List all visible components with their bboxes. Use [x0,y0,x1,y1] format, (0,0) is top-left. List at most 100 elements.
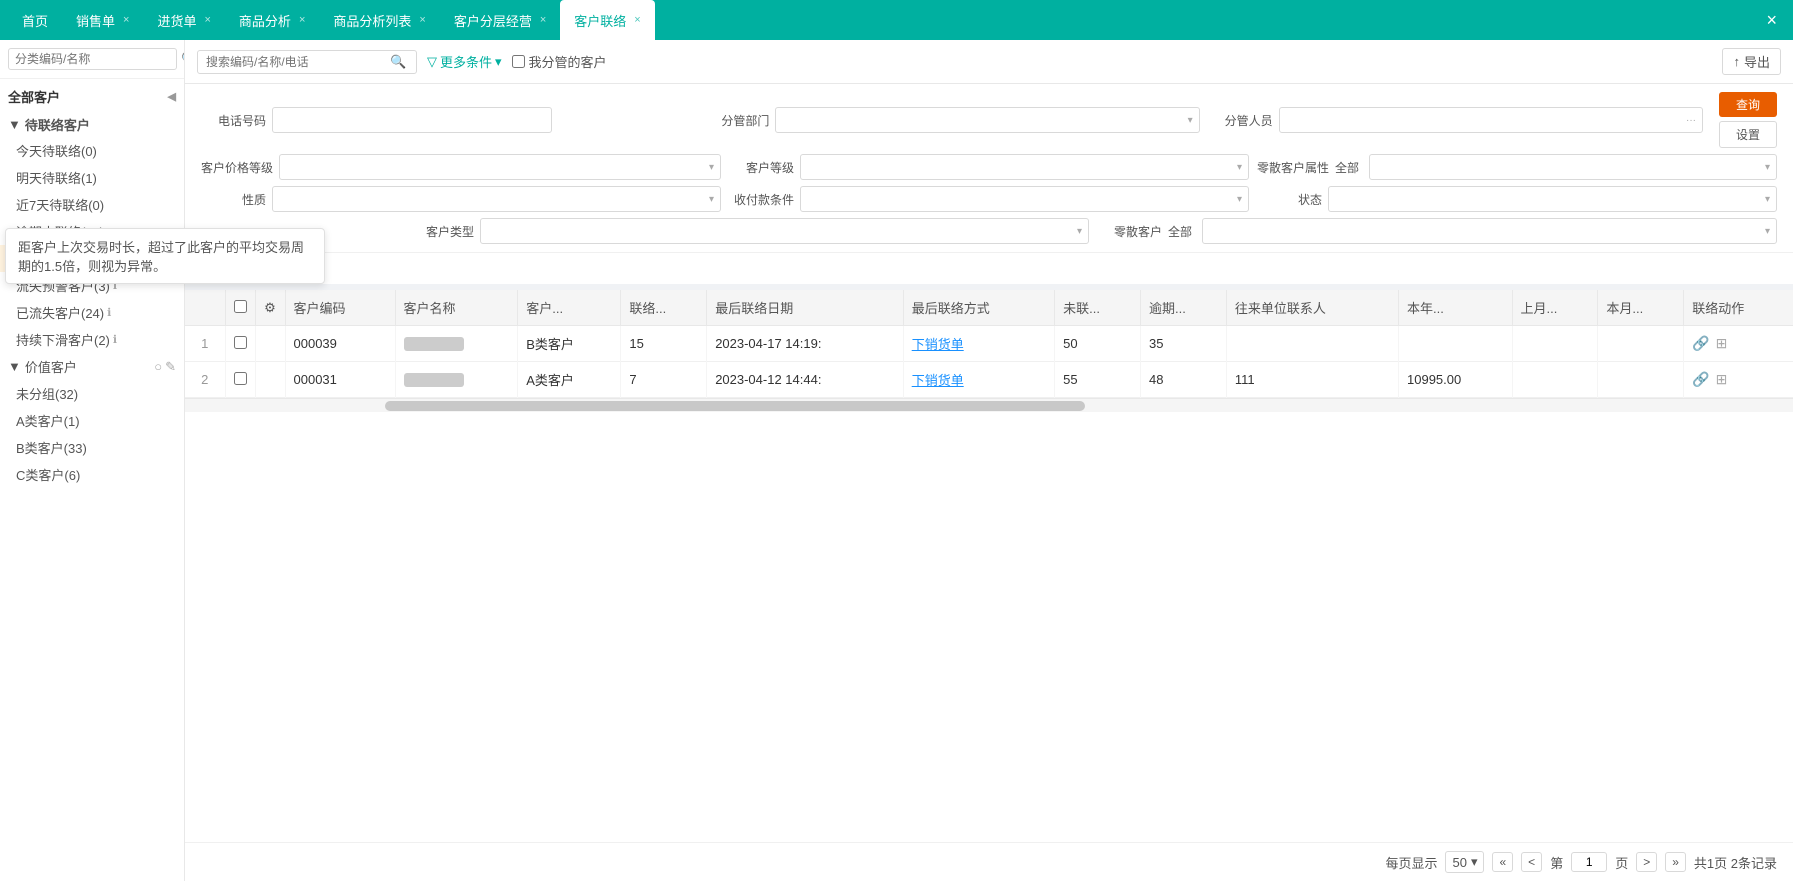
settings-button[interactable]: 设置 [1719,121,1777,148]
col-header-customer-type: 客户... [518,290,621,326]
retail-arrow: ▾ [1765,226,1770,237]
sidebar-item-b-class[interactable]: B类客户(33) [0,434,184,461]
more-conditions-btn[interactable]: ▽ 更多条件 ▾ [427,52,502,71]
query-button[interactable]: 查询 [1719,92,1777,117]
sidebar-item-a-class[interactable]: A类客户(1) [0,407,184,434]
value-customer-add-icon[interactable]: ○ [154,359,162,375]
col-header-overdue: 逾期... [1140,290,1226,326]
filter-manager-select[interactable]: ··· [1279,107,1703,133]
sidebar-item-c-class[interactable]: C类客户(6) [0,461,184,488]
row1-checkbox-input[interactable] [234,336,247,349]
filter-customer-level-select[interactable]: ▾ [800,154,1249,180]
row1-action: 🔗 ⊞ [1684,326,1793,362]
row2-more-icon[interactable]: ⊞ [1716,371,1728,388]
filter-phone-input[interactable] [272,107,552,133]
payment-arrow: ▾ [1237,194,1242,205]
tooltip-text: 距客户上次交易时长，超过了此客户的平均交易周期的1.5倍，则视为异常。 [18,240,304,274]
row1-method-link[interactable]: 下销货单 [912,337,964,352]
filter-gender: 性质 ▾ [201,186,721,212]
per-page-select[interactable]: 50 ▾ [1445,851,1484,873]
filter-gender-select[interactable]: ▾ [272,186,721,212]
filter-retail-select[interactable]: ▾ [1202,218,1777,244]
row1-last-month [1512,326,1598,362]
per-page-label: 每页显示 [1385,853,1437,872]
nav-customer-contact[interactable]: 客户联络 × [560,0,654,40]
prev-page-btn[interactable]: < [1521,852,1542,872]
row2-name-blur [404,373,464,387]
filter-icon: ▽ [427,54,437,70]
filter-retail: 零散客户 全部 ▾ [1097,218,1777,244]
filter-retail-attr-select[interactable]: ▾ [1369,154,1777,180]
sidebar-item-today-pending[interactable]: 今天待联络(0) [0,137,184,164]
value-customer-edit-icon[interactable]: ✎ [165,359,176,375]
row1-last-contact-date: 2023-04-17 14:19: [707,326,904,362]
nav-purchase-order[interactable]: 进货单 × [143,0,224,40]
horizontal-scrollbar[interactable] [185,398,1793,412]
nav-close-sales[interactable]: × [123,14,129,26]
my-customer-checkbox[interactable] [512,55,525,68]
sidebar-value-customer-group[interactable]: ▼ 价值客户 ○ ✎ [0,353,184,380]
sidebar-item-tomorrow-pending[interactable]: 明天待联络(1) [0,164,184,191]
nav-close-analysis[interactable]: × [299,14,305,26]
filter-customer-type-select[interactable]: ▾ [480,218,1089,244]
sidebar-item-already-lost[interactable]: 已流失客户(24) ℹ [0,299,184,326]
row1-more-icon[interactable]: ⊞ [1716,335,1728,352]
tooltip-box: 距客户上次交易时长，超过了此客户的平均交易周期的1.5倍，则视为异常。 [5,228,325,284]
sidebar-item-7days-pending[interactable]: 近7天待联络(0) [0,191,184,218]
col-header-last-contact-date: 最后联络日期 [707,290,904,326]
filter-manager: 分管人员 ··· [1208,107,1703,133]
section-tag-area: 回购异常客户(2) [185,253,1793,284]
nav-close-purchase[interactable]: × [204,14,210,26]
nav-close-segmentation[interactable]: × [540,14,546,26]
nav-customer-segmentation[interactable]: 客户分层经营 × [440,0,560,40]
chevron-down-icon: ▾ [495,54,502,70]
row2-this-year: 10995.00 [1399,362,1513,398]
nav-home[interactable]: 首页 [8,0,62,40]
nav-close-all-btn[interactable]: × [1758,10,1785,31]
nav-product-analysis[interactable]: 商品分析 × [225,0,319,40]
row1-link-icon[interactable]: 🔗 [1692,335,1709,352]
row2-link-icon[interactable]: 🔗 [1692,371,1709,388]
row2-method-link[interactable]: 下销货单 [912,373,964,388]
sidebar-collapse-icon[interactable]: ◀ [168,90,176,103]
nav-close-contact[interactable]: × [634,14,640,26]
next-page-btn[interactable]: > [1636,852,1657,872]
retail-attr-arrow: ▾ [1765,162,1770,173]
info-icon-declining: ℹ [113,333,117,346]
search-input[interactable] [206,55,386,69]
sidebar-search-input[interactable] [8,48,177,70]
sidebar-pending-contact-group: ▼ 待联络客户 [0,110,184,137]
select-all-checkbox[interactable] [234,300,247,313]
row2-checkbox-input[interactable] [234,372,247,385]
row2-action: 🔗 ⊞ [1684,362,1793,398]
row2-contact-count: 7 [621,362,707,398]
nav-product-analysis-list[interactable]: 商品分析列表 × [319,0,439,40]
filter-payment-select[interactable]: ▾ [800,186,1249,212]
data-table-container: ⚙ 客户编码 客户名称 客户... 联络... 最后联络日期 最后联络方式 未联… [185,290,1793,842]
my-customer-checkbox-area[interactable]: 我分管的客户 [512,52,607,71]
filter-status-select[interactable]: ▾ [1328,186,1777,212]
row1-last-contact-method[interactable]: 下销货单 [903,326,1054,362]
export-button[interactable]: ↑ 导出 [1722,48,1781,75]
filter-price-level-select[interactable]: ▾ [279,154,721,180]
last-page-btn[interactable]: » [1665,852,1686,872]
row2-last-contact-method[interactable]: 下销货单 [903,362,1054,398]
row2-no-contact: 55 [1055,362,1141,398]
nav-close-analysis-list[interactable]: × [419,14,425,26]
row1-checkbox[interactable] [225,326,255,362]
scrollbar-thumb[interactable] [385,401,1085,411]
sidebar-item-ungroup[interactable]: 未分组(32) [0,380,184,407]
row1-this-month [1598,326,1684,362]
sidebar-item-declining[interactable]: 持续下滑客户(2) ℹ [0,326,184,353]
row2-checkbox[interactable] [225,362,255,398]
first-page-btn[interactable]: « [1492,852,1513,872]
page-number-input[interactable] [1571,852,1607,872]
filter-customer-level: 客户等级 ▾ [729,154,1249,180]
col-header-settings[interactable]: ⚙ [255,290,285,326]
triangle-icon: ▼ [8,117,21,132]
filter-dept-select[interactable]: ▾ [775,107,1199,133]
customer-type-arrow: ▾ [1077,226,1082,237]
content-area: 🔍 ▽ 更多条件 ▾ 我分管的客户 ↑ 导出 电话号码 [185,40,1793,881]
search-input-wrap[interactable]: 🔍 [197,50,417,74]
nav-sales-order[interactable]: 销售单 × [62,0,143,40]
